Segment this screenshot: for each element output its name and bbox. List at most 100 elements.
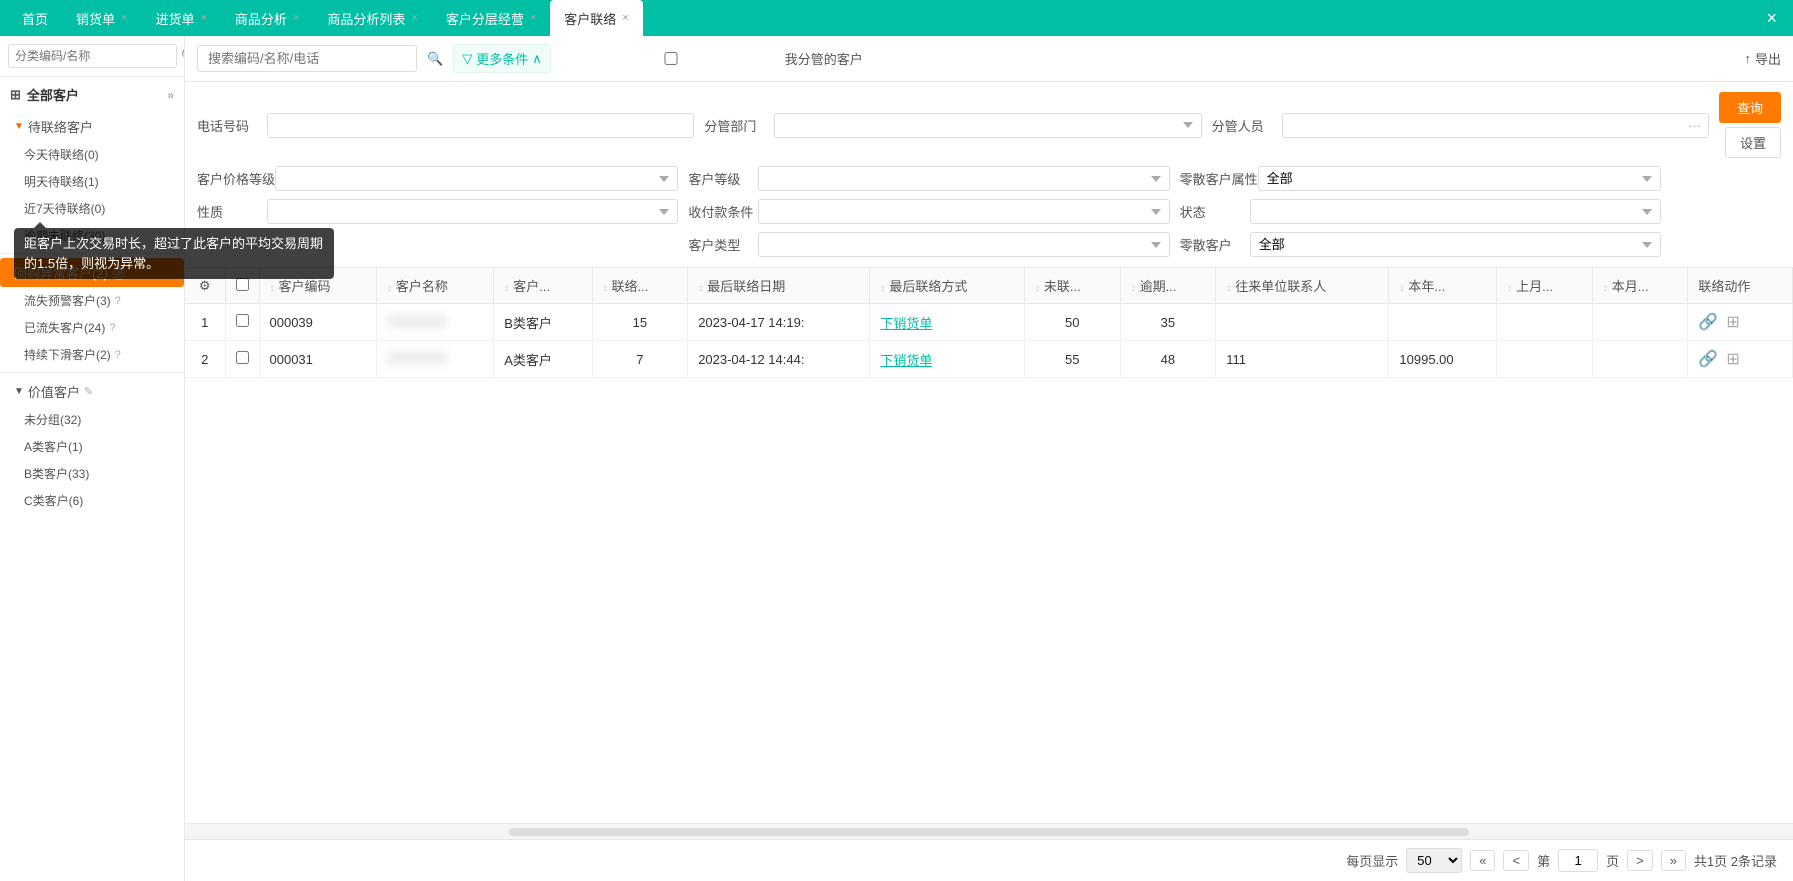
close-customer-contact-icon[interactable]: × bbox=[622, 12, 628, 24]
settings-btn[interactable]: 设置 bbox=[1725, 127, 1781, 158]
action-btn-group: 查询 设置 bbox=[1719, 92, 1781, 158]
per-page-select[interactable]: 50 100 200 bbox=[1406, 848, 1462, 873]
close-product-analysis-icon[interactable]: × bbox=[293, 12, 299, 24]
page-first-btn[interactable]: « bbox=[1470, 850, 1495, 871]
nav-customer-tier[interactable]: 客户分层经营 × bbox=[432, 0, 550, 36]
close-customer-tier-icon[interactable]: × bbox=[530, 12, 536, 24]
scatter-attr-select[interactable]: 全部 bbox=[1258, 166, 1661, 191]
sidebar-unclassified[interactable]: 未分组(32) bbox=[0, 406, 184, 433]
person-dots-icon[interactable]: ··· bbox=[1688, 118, 1701, 133]
dept-select[interactable] bbox=[774, 113, 1201, 138]
search-input[interactable] bbox=[197, 45, 417, 72]
cell-contact-0: 15 bbox=[592, 304, 688, 341]
collapse-sidebar-icon[interactable]: » bbox=[167, 88, 174, 102]
page-prev-btn[interactable]: < bbox=[1503, 850, 1529, 871]
close-sales-order-icon[interactable]: × bbox=[121, 12, 127, 24]
link-action-icon-0[interactable]: 🔗 bbox=[1698, 312, 1718, 332]
nav-home[interactable]: 首页 bbox=[8, 0, 62, 36]
person-input[interactable] bbox=[1282, 113, 1709, 138]
link-action-icon-1[interactable]: 🔗 bbox=[1698, 349, 1718, 369]
close-purchase-order-icon[interactable]: × bbox=[200, 12, 206, 24]
sidebar-search-icon[interactable]: 🔍 bbox=[181, 48, 185, 64]
cell-code-0: 000039 bbox=[259, 304, 376, 341]
scatter-customer-select[interactable]: 全部 bbox=[1250, 232, 1661, 257]
cell-contact2-1: 111 bbox=[1216, 341, 1389, 378]
chevron-value-icon: ▼ bbox=[14, 386, 24, 397]
cell-actions-0[interactable]: 🔗 ⊞ bbox=[1688, 304, 1793, 341]
page-next-btn[interactable]: > bbox=[1627, 850, 1653, 871]
info-icon-churned[interactable]: ? bbox=[109, 322, 115, 334]
th-last-month[interactable]: 上月... bbox=[1497, 268, 1593, 304]
close-all-tabs-icon[interactable]: × bbox=[1758, 8, 1785, 29]
filter-row-1: 电话号码 分管部门 分管人员 ··· 查询 bbox=[197, 92, 1781, 158]
th-this-month[interactable]: 本月... bbox=[1592, 268, 1688, 304]
grid-action-icon-1[interactable]: ⊞ bbox=[1726, 349, 1739, 369]
th-last-method[interactable]: 最后联络方式 bbox=[870, 268, 1025, 304]
cell-checkbox-1[interactable] bbox=[225, 341, 259, 378]
status-select[interactable] bbox=[1250, 199, 1661, 224]
info-icon-declining[interactable]: ? bbox=[115, 349, 121, 361]
cell-checkbox-0[interactable] bbox=[225, 304, 259, 341]
cell-last-date-1: 2023-04-12 14:44: bbox=[688, 341, 870, 378]
edit-value-group-icon[interactable]: ✎ bbox=[84, 385, 93, 398]
my-customers-filter[interactable]: 我分管的客户 bbox=[561, 49, 863, 68]
sidebar-tomorrow-pending[interactable]: 明天待联络(1) bbox=[0, 168, 184, 195]
sidebar-declining[interactable]: 持续下滑客户(2) ? bbox=[0, 341, 184, 368]
advanced-filter: 电话号码 分管部门 分管人员 ··· 查询 bbox=[185, 82, 1793, 268]
price-grade-select[interactable] bbox=[275, 166, 678, 191]
nature-select[interactable] bbox=[267, 199, 678, 224]
nav-purchase-order[interactable]: 进货单 × bbox=[141, 0, 220, 36]
sidebar-class-c[interactable]: C类客户(6) bbox=[0, 487, 184, 514]
sidebar-search-input[interactable] bbox=[8, 44, 177, 68]
payment-select[interactable] bbox=[758, 199, 1169, 224]
th-type[interactable]: 客户... bbox=[494, 268, 592, 304]
th-contact-count[interactable]: 联络... bbox=[592, 268, 688, 304]
sidebar-7days-pending[interactable]: 近7天待联络(0) bbox=[0, 195, 184, 222]
gear-table-icon[interactable]: ⚙ bbox=[199, 278, 211, 293]
value-customers-group[interactable]: ▼ 价值客户 ✎ bbox=[0, 377, 184, 406]
grid-action-icon-0[interactable]: ⊞ bbox=[1726, 312, 1739, 332]
th-overdue[interactable]: 逾期... bbox=[1120, 268, 1216, 304]
all-customers-header[interactable]: ⊞ 全部客户 » bbox=[0, 77, 184, 112]
th-this-year[interactable]: 本年... bbox=[1389, 268, 1497, 304]
th-name[interactable]: 客户名称 bbox=[376, 268, 493, 304]
query-btn[interactable]: 查询 bbox=[1719, 92, 1781, 123]
page-input[interactable] bbox=[1558, 849, 1598, 872]
info-icon-churn-warning[interactable]: ? bbox=[115, 295, 121, 307]
sidebar-class-b[interactable]: B类客户(33) bbox=[0, 460, 184, 487]
export-btn[interactable]: ↑ 导出 bbox=[1744, 49, 1781, 68]
sidebar-churn-warning[interactable]: 流失预警客户(3) ? bbox=[0, 287, 184, 314]
last-method-link-0[interactable]: 下销货单 bbox=[880, 316, 932, 331]
main-layout: 🔍 ⊞ 全部客户 » ▼ 待联络客户 今天待联络(0) 明天待联络(1) 近7天… bbox=[0, 36, 1793, 881]
select-all-checkbox[interactable] bbox=[236, 278, 249, 291]
nav-customer-contact[interactable]: 客户联络 × bbox=[550, 0, 642, 36]
sidebar-churned[interactable]: 已流失客户(24) ? bbox=[0, 314, 184, 341]
page-last-btn[interactable]: » bbox=[1661, 850, 1686, 871]
my-customers-checkbox[interactable] bbox=[561, 52, 781, 65]
sidebar-today-pending[interactable]: 今天待联络(0) bbox=[0, 141, 184, 168]
search-bar-icon[interactable]: 🔍 bbox=[427, 51, 443, 67]
row-checkbox-0[interactable] bbox=[236, 314, 249, 327]
phone-input[interactable] bbox=[267, 113, 694, 138]
th-contact-person[interactable]: 往来单位联系人 bbox=[1216, 268, 1389, 304]
sidebar-class-a[interactable]: A类客户(1) bbox=[0, 433, 184, 460]
table-header-row: ⚙ 客户编码 客户名称 客户... 联络... 最后联络日期 最后联络方式 未联… bbox=[185, 268, 1793, 304]
customer-grade-select[interactable] bbox=[758, 166, 1169, 191]
nav-sales-order[interactable]: 销货单 × bbox=[62, 0, 141, 36]
cell-this-year-0 bbox=[1389, 304, 1497, 341]
customer-type-select[interactable] bbox=[758, 232, 1169, 257]
nav-product-analysis-list[interactable]: 商品分析列表 × bbox=[313, 0, 431, 36]
th-uncontacted[interactable]: 未联... bbox=[1024, 268, 1120, 304]
pending-contact-group[interactable]: ▼ 待联络客户 bbox=[0, 112, 184, 141]
cell-actions-1[interactable]: 🔗 ⊞ bbox=[1688, 341, 1793, 378]
row-checkbox-1[interactable] bbox=[236, 351, 249, 364]
horizontal-scrollbar[interactable] bbox=[509, 828, 1469, 836]
close-product-analysis-list-icon[interactable]: × bbox=[411, 12, 417, 24]
cell-last-method-1[interactable]: 下销货单 bbox=[870, 341, 1025, 378]
cell-last-method-0[interactable]: 下销货单 bbox=[870, 304, 1025, 341]
th-last-date[interactable]: 最后联络日期 bbox=[688, 268, 870, 304]
horizontal-scroll-area[interactable] bbox=[185, 823, 1793, 839]
nav-product-analysis[interactable]: 商品分析 × bbox=[221, 0, 313, 36]
last-method-link-1[interactable]: 下销货单 bbox=[880, 353, 932, 368]
more-conditions-btn[interactable]: ▽ 更多条件 ∧ bbox=[453, 44, 551, 73]
